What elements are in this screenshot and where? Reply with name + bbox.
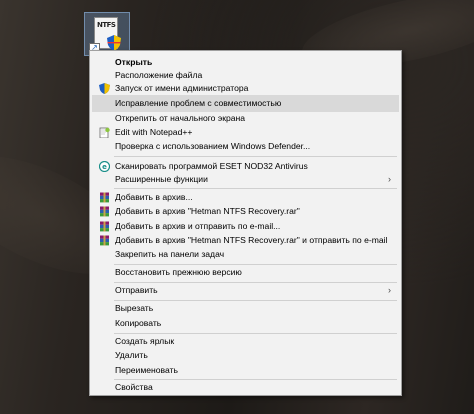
winrar-icon xyxy=(100,206,109,217)
menu-item-label: Закрепить на панели задач xyxy=(115,249,225,259)
winrar-icon xyxy=(100,221,109,232)
menu-item-properties[interactable]: Свойства xyxy=(92,379,399,396)
winrar-icon xyxy=(100,235,109,246)
menu-item-extended-functions[interactable]: Расширенные функции › xyxy=(92,171,399,188)
submenu-arrow-icon: › xyxy=(388,174,391,184)
menu-item-label: Восстановить прежнюю версию xyxy=(115,267,242,277)
context-menu: Открыть Расположение файла Запуск от име… xyxy=(89,50,402,396)
menu-item-label: Копировать xyxy=(115,318,162,328)
desktop-icon-label: NTFS xyxy=(97,21,116,29)
menu-item-restore-previous-version[interactable]: Восстановить прежнюю версию xyxy=(92,264,399,281)
menu-item-windows-defender-scan[interactable]: Проверка с использованием Windows Defend… xyxy=(92,138,399,155)
svg-text:e: e xyxy=(102,163,107,171)
menu-item-label: Расширенные функции xyxy=(115,174,208,184)
winrar-icon xyxy=(100,192,109,203)
uac-shield-icon xyxy=(107,35,121,51)
menu-item-label: Переименовать xyxy=(115,365,179,375)
menu-item-pin-taskbar[interactable]: Закрепить на панели задач xyxy=(92,246,399,263)
menu-item-copy[interactable]: Копировать xyxy=(92,315,399,332)
menu-item-send-to[interactable]: Отправить › xyxy=(92,282,399,299)
menu-item-rename[interactable]: Переименовать xyxy=(92,362,399,379)
notepad-plus-plus-icon xyxy=(99,127,110,138)
menu-item-label: Проверка с использованием Windows Defend… xyxy=(115,141,311,151)
uac-shield-icon xyxy=(99,83,110,94)
menu-item-label: Свойства xyxy=(115,382,153,392)
menu-item-label: Отправить xyxy=(115,285,158,295)
menu-separator xyxy=(114,156,397,157)
submenu-arrow-icon: › xyxy=(388,285,391,295)
